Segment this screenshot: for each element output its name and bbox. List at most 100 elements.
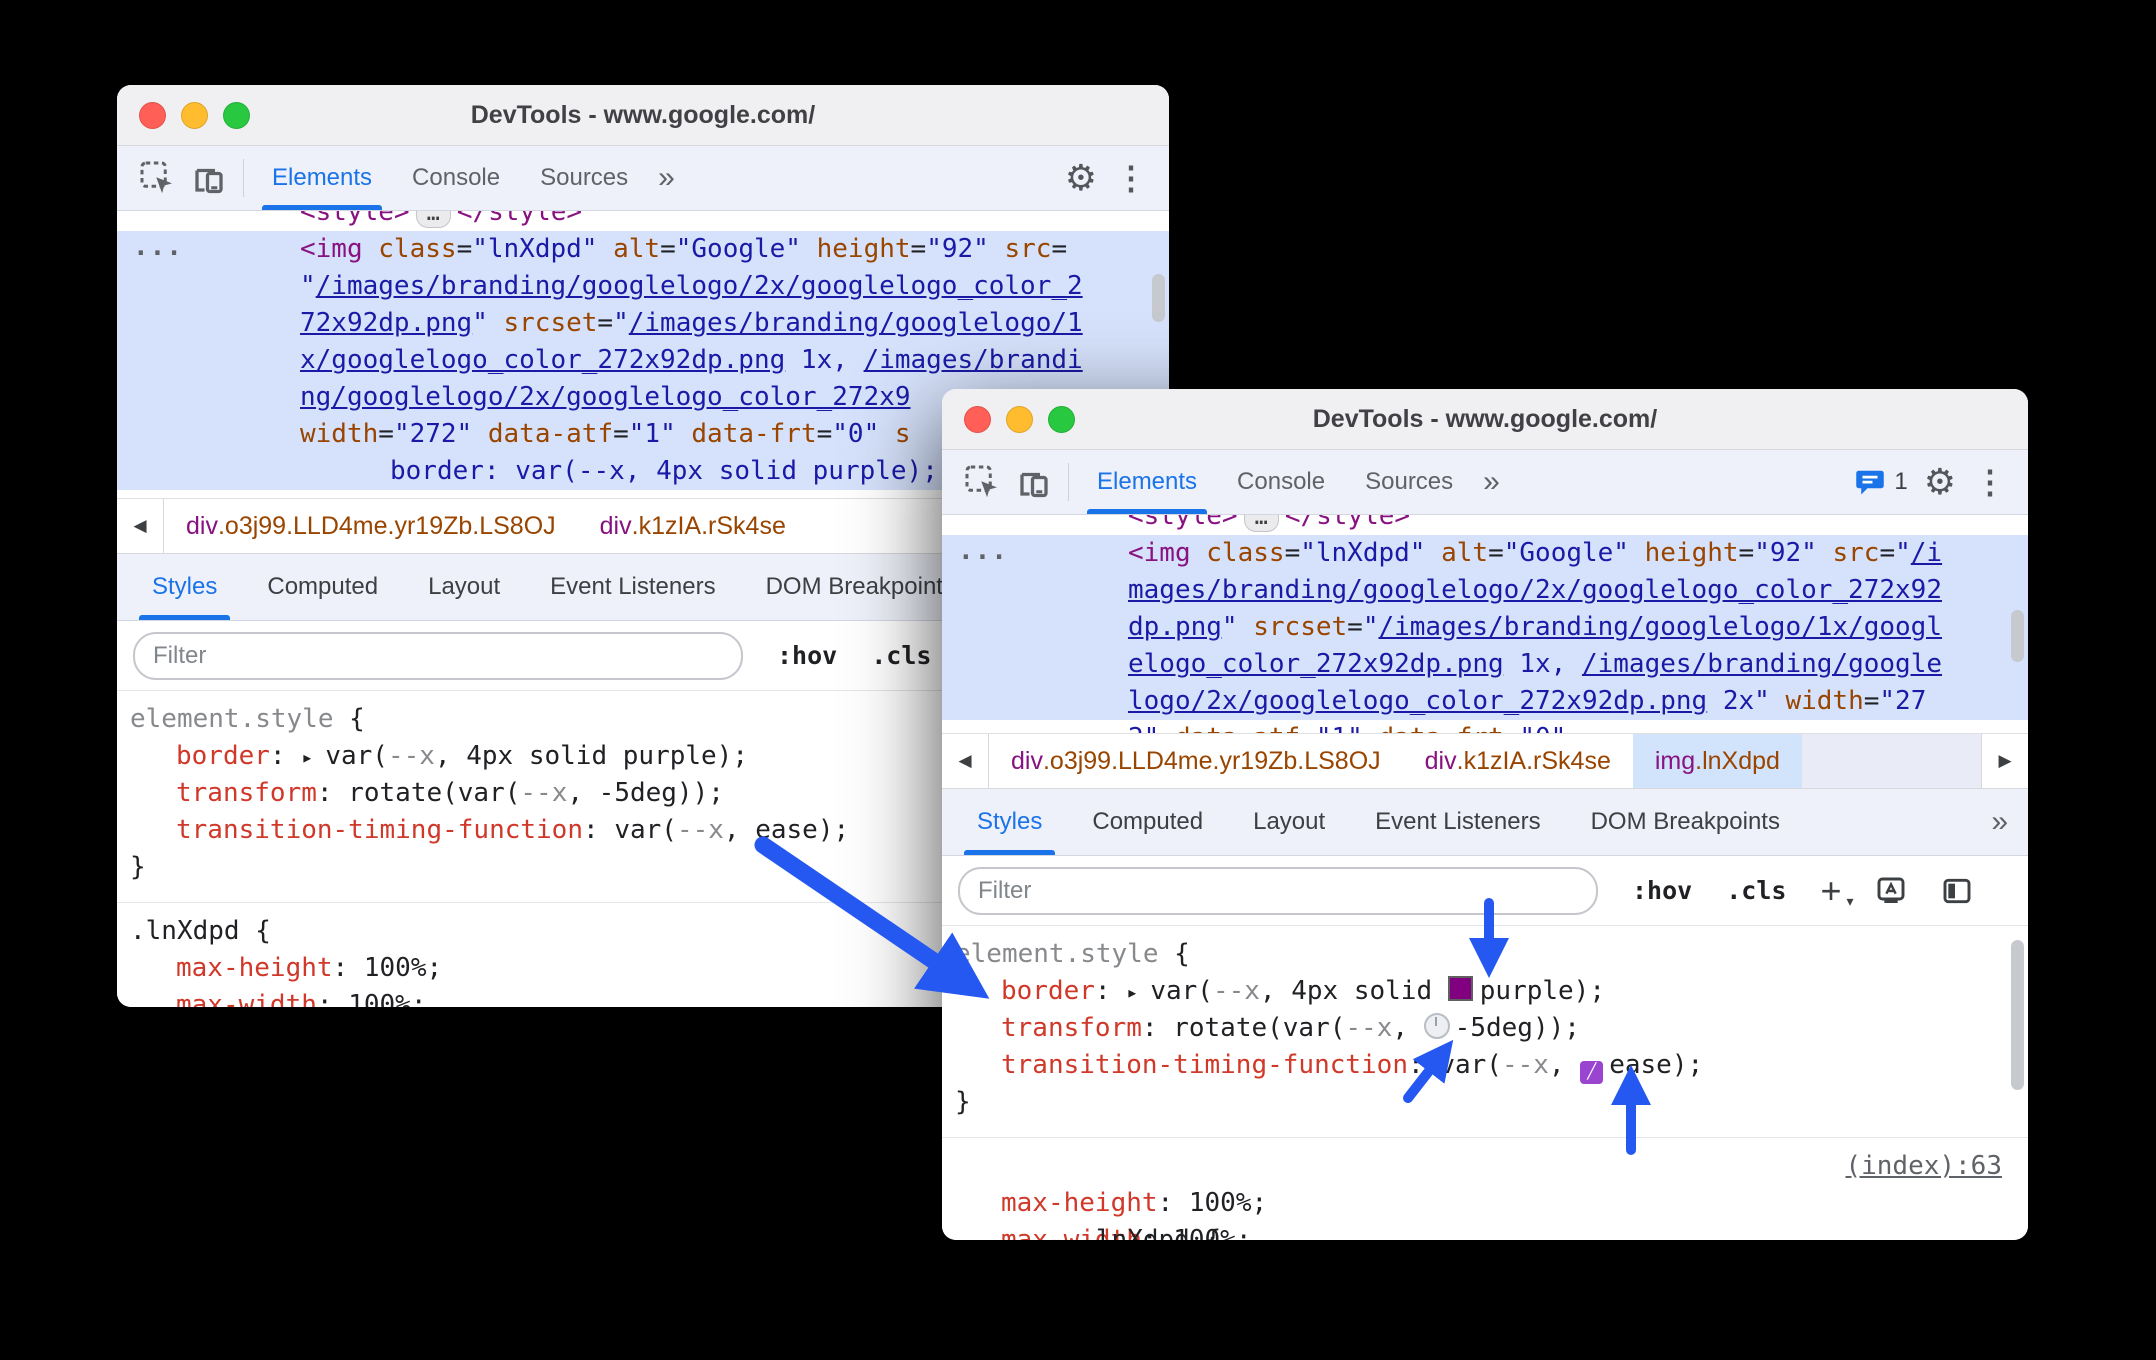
toolbar-divider [243, 159, 244, 197]
devtools-window-front[interactable]: DevTools - www.google.com/ Elements Cons… [942, 389, 2028, 1240]
breadcrumb-back-icon[interactable]: ◀ [117, 499, 164, 553]
tab-sources[interactable]: Sources [1345, 450, 1473, 514]
new-rule-caret-icon: ▾ [1846, 892, 1854, 909]
tab-layout[interactable]: Layout [403, 554, 525, 620]
device-toolbar-icon[interactable] [1008, 450, 1060, 514]
breadcrumb-filler [1801, 734, 1981, 788]
tab-console[interactable]: Console [392, 146, 520, 210]
dom-scrollbar-thumb[interactable] [1152, 274, 1165, 322]
css-declaration-transform[interactable]: transform: rotate(var(--x, -5deg)); [942, 1010, 2028, 1047]
breadcrumb: ◀ div .o3j99.LLD4me.yr19Zb.LS8OJ div .k1zI… [942, 733, 2028, 789]
toggle-hover-state-button[interactable]: :hov [1632, 876, 1692, 905]
dom-overflow-dots-icon[interactable]: ... [133, 229, 183, 266]
dom-row-src2[interactable]: dp.png" srcset="/images/branding/googlel… [942, 609, 2028, 646]
styles-filter-input[interactable] [133, 631, 743, 680]
close-window-button[interactable] [139, 101, 166, 129]
tab-event-listeners[interactable]: Event Listeners [1350, 789, 1565, 855]
issues-bubble-icon [1856, 470, 1885, 495]
bezier-swatch-icon[interactable] [1580, 1061, 1604, 1084]
dom-row-style-tag[interactable]: <style>… </style> [942, 515, 2028, 535]
dom-row-style-tag[interactable]: <style>… </style> [117, 211, 1169, 231]
titlebar[interactable]: DevTools - www.google.com/ [117, 85, 1169, 146]
zoom-window-button[interactable] [1048, 405, 1075, 433]
stylesheet-source-link[interactable]: (index):63 [1845, 1148, 2002, 1185]
tab-sources[interactable]: Sources [520, 146, 648, 210]
clipped-style-row: <style>… </style> [117, 211, 1169, 231]
breadcrumb-item-selected[interactable]: img .lnXdpd [1632, 734, 1802, 788]
dom-overflow-dots-icon[interactable]: ... [958, 533, 1008, 570]
dom-row-srcset[interactable]: x/googlelogo_color_272x92dp.png 1x, /ima… [117, 342, 1169, 379]
font-editor-icon[interactable] [1875, 875, 1907, 907]
minimize-window-button[interactable] [181, 101, 208, 129]
devtools-toolbar: Elements Console Sources » 1 ⚙ ⋮ [942, 450, 2028, 515]
tab-layout[interactable]: Layout [1228, 789, 1350, 855]
breadcrumb-back-icon[interactable]: ◀ [942, 734, 989, 788]
dom-row-src2[interactable]: 72x92dp.png" srcset="/images/branding/go… [117, 305, 1169, 342]
sidebar-toggle-icon[interactable] [1941, 875, 1973, 907]
color-swatch-purple-icon[interactable] [1447, 976, 1473, 1001]
device-toolbar-icon[interactable] [183, 146, 235, 210]
window-title: DevTools - www.google.com/ [1312, 404, 1658, 433]
dom-row-src[interactable]: "/images/branding/googlelogo/2x/googlelo… [117, 268, 1169, 305]
toggle-hover-state-button[interactable]: :hov [777, 641, 837, 670]
css-selector[interactable]: (index):63 .lnXdpd { [942, 1148, 2028, 1240]
css-declaration-transition-timing[interactable]: transition-timing-function: var(--x, eas… [942, 1047, 2028, 1084]
window-title: DevTools - www.google.com/ [470, 100, 816, 129]
dom-row-img-open[interactable]: <img class="lnXdpd" alt="Google" height=… [117, 231, 1169, 268]
dom-row-srcset[interactable]: elogo_color_272x92dp.png 1x, /images/bra… [942, 646, 2028, 683]
styles-scrollbar-thumb[interactable] [2011, 940, 2024, 1090]
breadcrumb-item[interactable]: div .k1zIA.rSk4se [1403, 734, 1633, 788]
desktop-background: DevTools - www.google.com/ Elements Cons… [0, 0, 2156, 1360]
kebab-menu-icon[interactable]: ⋮ [1107, 159, 1155, 197]
selected-dom-element[interactable]: ... <img class="lnXdpd" alt="Google" hei… [942, 535, 2028, 720]
tab-elements[interactable]: Elements [1077, 450, 1217, 514]
tab-dom-breakpoints[interactable]: DOM Breakpoints [1566, 789, 1805, 855]
tab-computed[interactable]: Computed [1067, 789, 1228, 855]
tab-styles[interactable]: Styles [127, 554, 242, 620]
styles-pane: element.style { border: ▸ var(--x, 4px s… [942, 926, 2028, 1240]
settings-gear-icon[interactable]: ⚙ [1065, 160, 1097, 196]
breadcrumb-item[interactable]: div .k1zIA.rSk4se [578, 499, 808, 553]
breadcrumb-item[interactable]: div .o3j99.LLD4me.yr19Zb.LS8OJ [164, 499, 578, 553]
breadcrumb-item[interactable]: div .o3j99.LLD4me.yr19Zb.LS8OJ [989, 734, 1403, 788]
toggle-classes-button[interactable]: .cls [871, 641, 931, 670]
angle-swatch-icon[interactable] [1423, 1013, 1450, 1039]
more-tabs-icon[interactable]: » [1473, 465, 1510, 499]
issues-button[interactable]: 1 [1848, 467, 1913, 497]
toggle-classes-button[interactable]: .cls [1726, 876, 1786, 905]
settings-gear-icon[interactable]: ⚙ [1924, 464, 1956, 500]
clipped-style-row: <style>… </style> [942, 515, 2028, 535]
toolbar-divider [1068, 463, 1069, 501]
tab-computed[interactable]: Computed [242, 554, 403, 620]
issues-count: 1 [1894, 468, 1908, 495]
css-selector[interactable]: element.style { [942, 936, 2028, 973]
more-panel-tabs-icon[interactable]: » [1981, 805, 2018, 839]
tab-console[interactable]: Console [1217, 450, 1345, 514]
more-tabs-icon[interactable]: » [648, 161, 685, 195]
inspect-element-icon[interactable] [956, 450, 1008, 514]
kebab-menu-icon[interactable]: ⋮ [1966, 463, 2014, 501]
titlebar[interactable]: DevTools - www.google.com/ [942, 389, 2028, 450]
minimize-window-button[interactable] [1006, 405, 1033, 433]
sidebar-panel-tabs: Styles Computed Layout Event Listeners D… [942, 789, 2028, 856]
tab-elements[interactable]: Elements [252, 146, 392, 210]
dom-row-img-open[interactable]: <img class="lnXdpd" alt="Google" height=… [942, 535, 2028, 572]
window-controls [139, 85, 250, 145]
css-rule-lnxdpd: (index):63 .lnXdpd { max-height: 100%; ma… [942, 1137, 2028, 1240]
styles-filter-row: :hov .cls +▾ [942, 856, 2028, 926]
css-rule-close-brace: } [955, 1087, 971, 1117]
devtools-toolbar: Elements Console Sources » ⚙ ⋮ [117, 146, 1169, 211]
dom-row-src[interactable]: mages/branding/googlelogo/2x/googlelogo_… [942, 572, 2028, 609]
dom-row-clipped[interactable]: 2" data-atf="1" data-frt="0" [942, 720, 2028, 733]
tab-styles[interactable]: Styles [952, 789, 1067, 855]
new-style-rule-button[interactable]: + ▾ [1820, 870, 1853, 912]
styles-filter-input[interactable] [958, 866, 1598, 915]
breadcrumb-forward-icon[interactable]: ▶ [1981, 734, 2028, 788]
dom-scrollbar-thumb[interactable] [2011, 610, 2024, 662]
tab-event-listeners[interactable]: Event Listeners [525, 554, 740, 620]
css-declaration-border[interactable]: border: ▸ var(--x, 4px solid purple); [942, 973, 2028, 1010]
zoom-window-button[interactable] [223, 101, 250, 129]
inspect-element-icon[interactable] [131, 146, 183, 210]
dom-row-srcset2[interactable]: logo/2x/googlelogo_color_272x92dp.png 2x… [942, 683, 2028, 720]
close-window-button[interactable] [964, 405, 991, 433]
